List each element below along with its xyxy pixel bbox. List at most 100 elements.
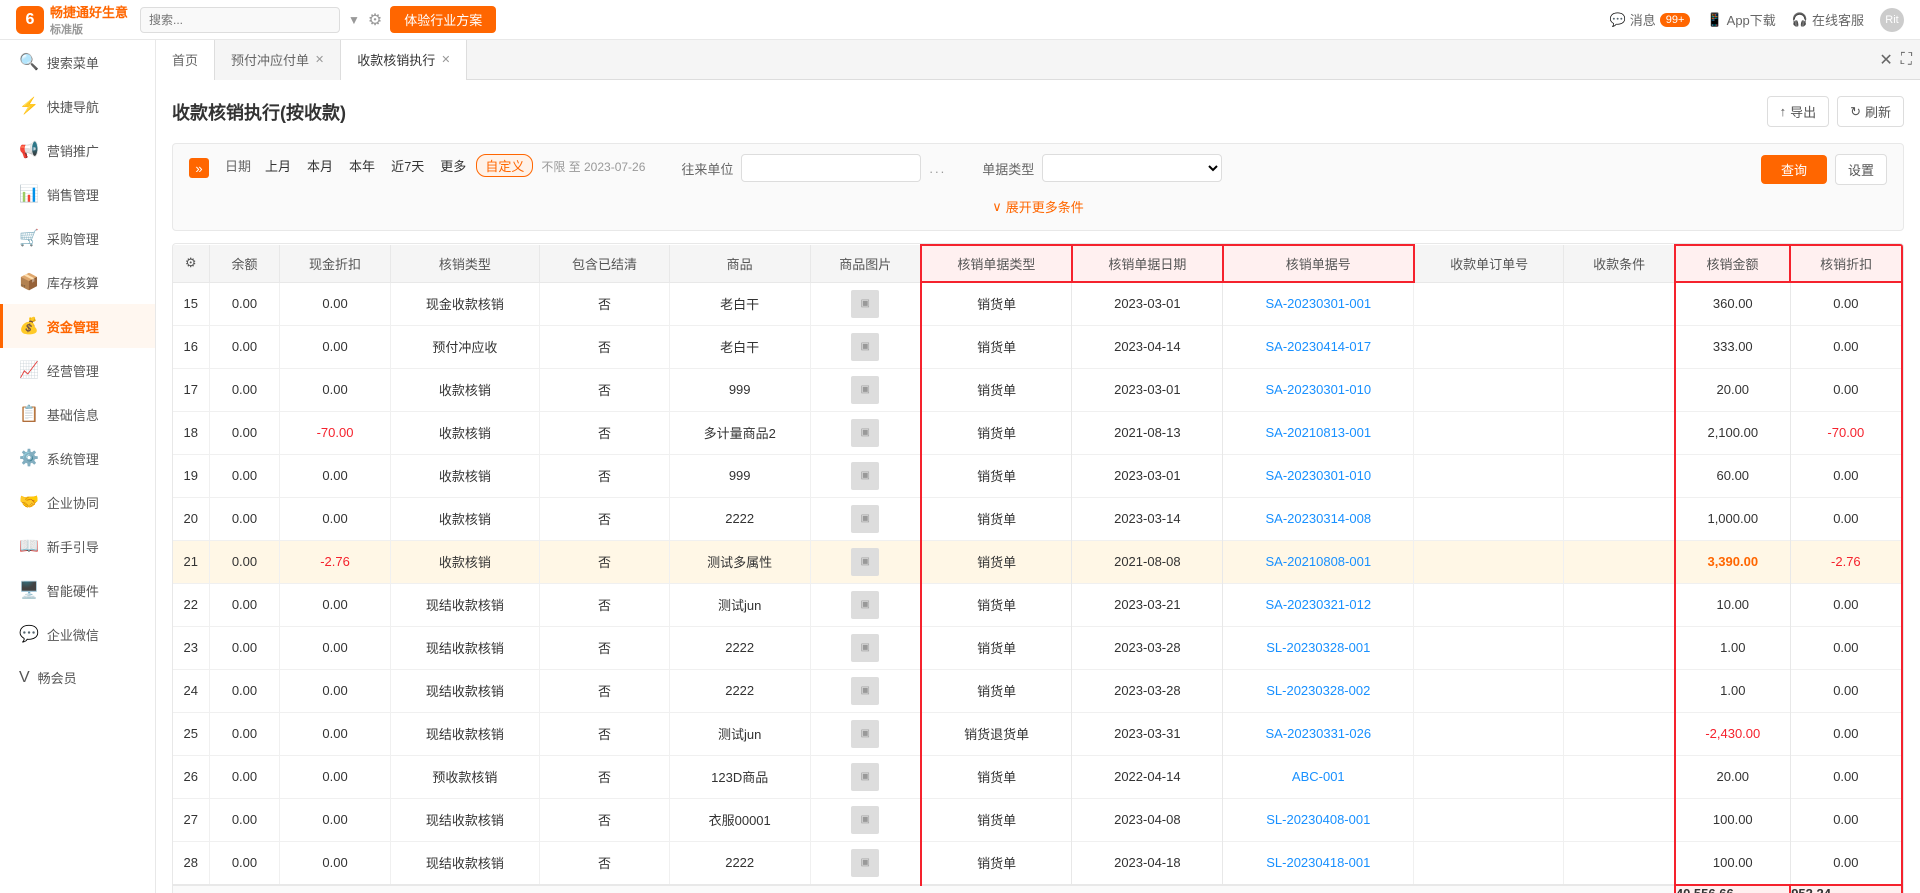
td-doc-no[interactable]: SA-20230301-010	[1223, 368, 1414, 411]
search-menu-icon: 🔍	[19, 52, 39, 72]
td-doc-no[interactable]: SA-20210813-001	[1223, 411, 1414, 454]
td-product: 老白干	[669, 325, 810, 368]
dropdown-arrow-icon[interactable]: ▼	[348, 13, 360, 27]
expand-more-btn[interactable]: ∨ 展开更多条件	[189, 193, 1887, 220]
td-row-id: 20	[173, 497, 209, 540]
td-receipt-condition	[1564, 411, 1675, 454]
th-product: 商品	[669, 245, 810, 282]
td-cash-discount: 0.00	[280, 583, 390, 626]
td-doc-no[interactable]: SL-20230418-001	[1223, 841, 1414, 885]
industry-btn[interactable]: 体验行业方案	[390, 6, 496, 33]
td-product-image: ▣	[810, 540, 921, 583]
partner-dots[interactable]: ...	[929, 161, 946, 176]
sidebar-item-hardware[interactable]: 🖥️ 智能硬件	[0, 568, 155, 612]
sidebar-item-system[interactable]: ⚙️ 系统管理	[0, 436, 155, 480]
tab-bar-right: ✕ ⛶	[1879, 50, 1920, 70]
td-row-id: 21	[173, 540, 209, 583]
sidebar-item-purchase[interactable]: 🛒 采购管理	[0, 216, 155, 260]
date-this-month[interactable]: 本月	[301, 154, 339, 177]
td-cash-discount: 0.00	[280, 626, 390, 669]
date-this-year[interactable]: 本年	[343, 154, 381, 177]
date-more[interactable]: 更多	[434, 154, 472, 177]
export-button[interactable]: ↑ 导出	[1767, 96, 1830, 127]
data-table: ⚙ 余额 现金折扣 核销类型 包含已结清 商品 商品图片 核销单据类型 核销单据…	[173, 244, 1903, 893]
td-write-off-amount: 3,390.00	[1675, 540, 1790, 583]
td-write-off-type: 现结收款核销	[390, 583, 539, 626]
sidebar-item-quick-nav[interactable]: ⚡ 快捷导航	[0, 84, 155, 128]
td-receipt-order-no	[1414, 540, 1564, 583]
td-doc-no[interactable]: SL-20230328-002	[1223, 669, 1414, 712]
doc-no-link: SA-20210813-001	[1266, 425, 1372, 440]
td-include-settled: 否	[540, 411, 670, 454]
user-avatar[interactable]: Rit	[1880, 8, 1904, 32]
hardware-icon: 🖥️	[19, 580, 39, 600]
filter-collapse-btn[interactable]: »	[189, 158, 209, 178]
message-item[interactable]: 💬 消息 99+	[1610, 10, 1691, 29]
td-doc-no[interactable]: SL-20230408-001	[1223, 798, 1414, 841]
sidebar-item-enterprise[interactable]: 🤝 企业协同	[0, 480, 155, 524]
td-receipt-order-no	[1414, 325, 1564, 368]
td-cash-discount: 0.00	[280, 712, 390, 755]
query-button[interactable]: 查询	[1761, 155, 1827, 184]
td-write-off-discount: 0.00	[1790, 669, 1902, 712]
td-doc-no[interactable]: SA-20230414-017	[1223, 325, 1414, 368]
sidebar-item-guide[interactable]: 📖 新手引导	[0, 524, 155, 568]
td-product-image: ▣	[810, 411, 921, 454]
td-receipt-condition	[1564, 540, 1675, 583]
td-doc-type: 销货单	[921, 583, 1072, 626]
sidebar-item-inventory[interactable]: 📦 库存核算	[0, 260, 155, 304]
td-doc-no[interactable]: SA-20210808-001	[1223, 540, 1414, 583]
th-balance: 余额	[209, 245, 280, 282]
refresh-button[interactable]: ↻ 刷新	[1837, 96, 1904, 127]
td-product: 测试jun	[669, 583, 810, 626]
tab-close-all-btn[interactable]: ✕	[1879, 50, 1892, 70]
doc-no-link: SA-20230321-012	[1266, 597, 1372, 612]
td-write-off-amount: 360.00	[1675, 282, 1790, 325]
doc-type-select[interactable]	[1042, 154, 1222, 182]
td-cash-discount: 0.00	[280, 282, 390, 325]
sidebar-item-search[interactable]: 🔍 搜索菜单	[0, 40, 155, 84]
table-row: 27 0.00 0.00 现结收款核销 否 衣服00001 ▣ 销货单 2023…	[173, 798, 1902, 841]
td-doc-no[interactable]: ABC-001	[1223, 755, 1414, 798]
td-doc-no[interactable]: SA-20230301-001	[1223, 282, 1414, 325]
sidebar-item-basic-info[interactable]: 📋 基础信息	[0, 392, 155, 436]
table-row: 22 0.00 0.00 现结收款核销 否 测试jun ▣ 销货单 2023-0…	[173, 583, 1902, 626]
td-doc-no[interactable]: SA-20230331-026	[1223, 712, 1414, 755]
date-7days[interactable]: 近7天	[385, 154, 430, 177]
tab-writeoff[interactable]: 收款核销执行 ✕	[341, 40, 467, 80]
tab-home[interactable]: 首页	[156, 40, 215, 80]
td-doc-type: 销货单	[921, 669, 1072, 712]
tab-prepay[interactable]: 预付冲应付单 ✕	[215, 40, 341, 80]
th-doc-date: 核销单据日期	[1072, 245, 1223, 282]
sidebar-item-vip[interactable]: V 畅会员	[0, 656, 155, 699]
partner-input[interactable]	[741, 154, 921, 182]
online-service-item[interactable]: 🎧 在线客服	[1792, 10, 1864, 29]
td-product: 老白干	[669, 282, 810, 325]
inventory-icon: 📦	[19, 272, 39, 292]
td-include-settled: 否	[540, 669, 670, 712]
top-search-input[interactable]	[140, 7, 340, 33]
sidebar-item-marketing[interactable]: 📢 营销推广	[0, 128, 155, 172]
date-custom[interactable]: 自定义	[476, 154, 533, 177]
setting-button[interactable]: 设置	[1835, 154, 1887, 185]
tab-expand-btn[interactable]: ⛶	[1901, 51, 1912, 69]
tab-close-writeoff[interactable]: ✕	[441, 53, 450, 66]
sidebar-item-finance[interactable]: 💰 资金管理	[0, 304, 155, 348]
sidebar-item-operations[interactable]: 📈 经营管理	[0, 348, 155, 392]
td-doc-no[interactable]: SA-20230301-010	[1223, 454, 1414, 497]
td-doc-no[interactable]: SA-20230321-012	[1223, 583, 1414, 626]
tab-close-prepay[interactable]: ✕	[315, 53, 324, 66]
td-product-image: ▣	[810, 583, 921, 626]
td-doc-no[interactable]: SL-20230328-001	[1223, 626, 1414, 669]
td-write-off-amount: 60.00	[1675, 454, 1790, 497]
sidebar-item-sales[interactable]: 📊 销售管理	[0, 172, 155, 216]
app-download-item[interactable]: 📱 App下载	[1706, 10, 1775, 29]
td-doc-date: 2023-04-08	[1072, 798, 1223, 841]
td-cash-discount: 0.00	[280, 497, 390, 540]
th-settings[interactable]: ⚙	[173, 245, 209, 282]
td-doc-no[interactable]: SA-20230314-008	[1223, 497, 1414, 540]
date-last-month[interactable]: 上月	[259, 154, 297, 177]
sidebar-item-wechat[interactable]: 💬 企业微信	[0, 612, 155, 656]
td-doc-date: 2023-03-28	[1072, 626, 1223, 669]
gear-icon[interactable]: ⚙	[368, 10, 382, 30]
